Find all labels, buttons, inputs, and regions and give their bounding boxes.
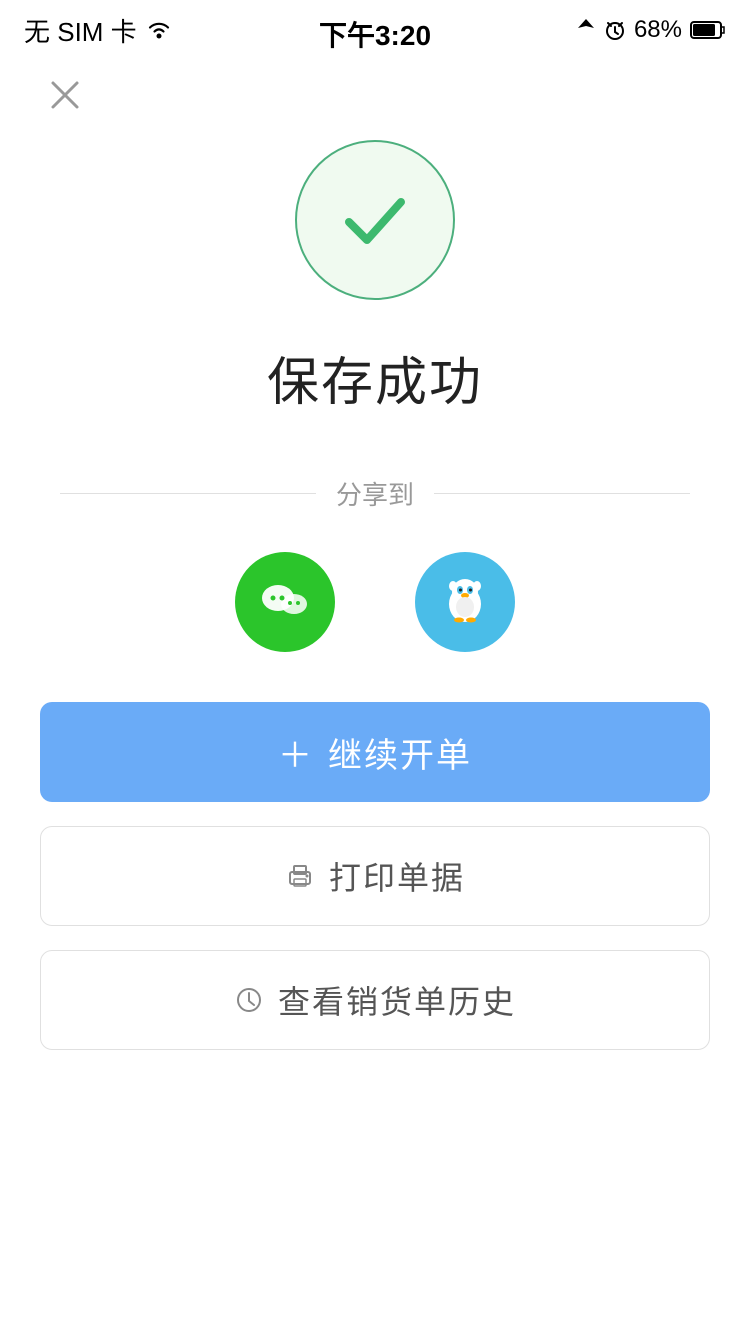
battery-icon bbox=[690, 20, 726, 40]
continue-label: 继续开单 bbox=[328, 728, 472, 777]
close-button[interactable] bbox=[40, 70, 90, 120]
print-button[interactable]: 打印单据 bbox=[40, 826, 710, 926]
wechat-icon bbox=[255, 572, 315, 632]
qq-share-button[interactable] bbox=[415, 552, 515, 652]
continue-button[interactable]: ＋ 继续开单 bbox=[40, 702, 710, 802]
share-label: 分享到 bbox=[336, 475, 414, 512]
action-buttons: ＋ 继续开单 打印单据 查看销货单历史 bbox=[0, 702, 750, 1050]
success-circle bbox=[295, 140, 455, 300]
location-icon bbox=[576, 18, 596, 42]
status-left: 无 SIM 卡 bbox=[24, 12, 173, 49]
wechat-share-button[interactable] bbox=[235, 552, 335, 652]
status-bar: 无 SIM 卡 下午3:20 68% bbox=[0, 0, 750, 60]
share-icons bbox=[235, 552, 515, 652]
history-button[interactable]: 查看销货单历史 bbox=[40, 950, 710, 1050]
battery-percent: 68% bbox=[634, 16, 682, 44]
divider-right bbox=[434, 493, 690, 494]
divider-left bbox=[60, 493, 316, 494]
qq-icon bbox=[435, 572, 495, 632]
wifi-icon bbox=[145, 20, 173, 40]
share-divider: 分享到 bbox=[0, 475, 750, 512]
history-label: 查看销货单历史 bbox=[278, 977, 516, 1023]
success-title: 保存成功 bbox=[267, 340, 483, 415]
share-section: 分享到 bbox=[0, 475, 750, 652]
history-icon bbox=[234, 985, 264, 1015]
status-time: 下午3:20 bbox=[319, 14, 431, 54]
close-icon bbox=[47, 77, 83, 113]
alarm-icon bbox=[604, 19, 626, 41]
status-right: 68% bbox=[576, 16, 726, 44]
main-content: 保存成功 分享到 bbox=[0, 60, 750, 1050]
checkmark-icon bbox=[335, 180, 415, 260]
sim-text: 无 SIM 卡 bbox=[24, 12, 137, 49]
print-icon bbox=[285, 861, 315, 891]
plus-icon: ＋ bbox=[278, 728, 314, 777]
print-label: 打印单据 bbox=[329, 853, 465, 899]
